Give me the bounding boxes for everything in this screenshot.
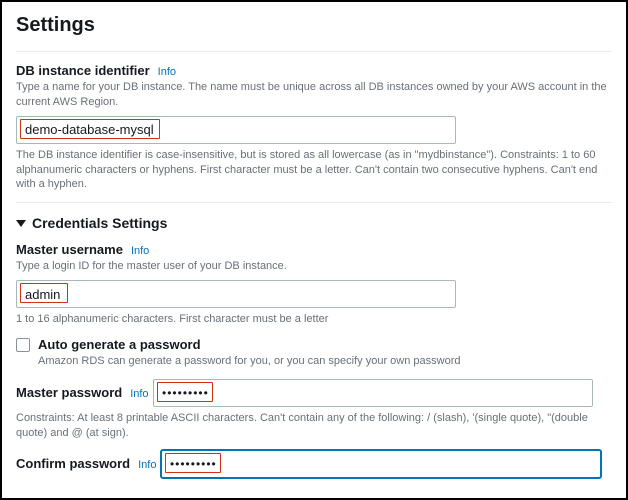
master-username-help: Type a login ID for the master user of y… bbox=[16, 259, 612, 274]
page-title: Settings bbox=[16, 14, 612, 37]
credentials-heading: Credentials Settings bbox=[32, 215, 167, 231]
info-link[interactable]: Info bbox=[138, 459, 156, 471]
master-username-constraint: 1 to 16 alphanumeric characters. First c… bbox=[16, 312, 612, 327]
info-link[interactable]: Info bbox=[131, 245, 149, 257]
auto-generate-checkbox[interactable] bbox=[16, 338, 30, 352]
master-password-field: Master password Info Constraints: At lea… bbox=[16, 379, 612, 441]
db-identifier-constraint: The DB instance identifier is case-insen… bbox=[16, 148, 612, 193]
master-username-field: Master username Info Type a login ID for… bbox=[16, 241, 612, 327]
confirm-password-label: Confirm password bbox=[16, 456, 130, 471]
auto-generate-sub: Amazon RDS can generate a password for y… bbox=[38, 354, 612, 369]
master-password-input[interactable] bbox=[153, 379, 593, 407]
master-password-label: Master password bbox=[16, 385, 122, 400]
auto-generate-label: Auto generate a password bbox=[38, 337, 201, 352]
caret-down-icon bbox=[16, 220, 26, 227]
db-identifier-input[interactable] bbox=[16, 116, 456, 144]
info-link[interactable]: Info bbox=[158, 66, 176, 78]
db-identifier-field: DB instance identifier Info Type a name … bbox=[16, 62, 612, 192]
db-identifier-help: Type a name for your DB instance. The na… bbox=[16, 80, 612, 110]
info-link[interactable]: Info bbox=[130, 388, 148, 400]
confirm-password-input[interactable] bbox=[161, 450, 601, 478]
master-username-input[interactable] bbox=[16, 280, 456, 308]
db-identifier-label: DB instance identifier bbox=[16, 63, 150, 78]
divider bbox=[16, 202, 612, 203]
divider bbox=[16, 51, 612, 52]
confirm-password-field: Confirm password Info bbox=[16, 450, 612, 478]
master-password-constraint: Constraints: At least 8 printable ASCII … bbox=[16, 411, 612, 441]
master-username-label: Master username bbox=[16, 242, 123, 257]
credentials-settings-toggle[interactable]: Credentials Settings bbox=[16, 215, 612, 231]
